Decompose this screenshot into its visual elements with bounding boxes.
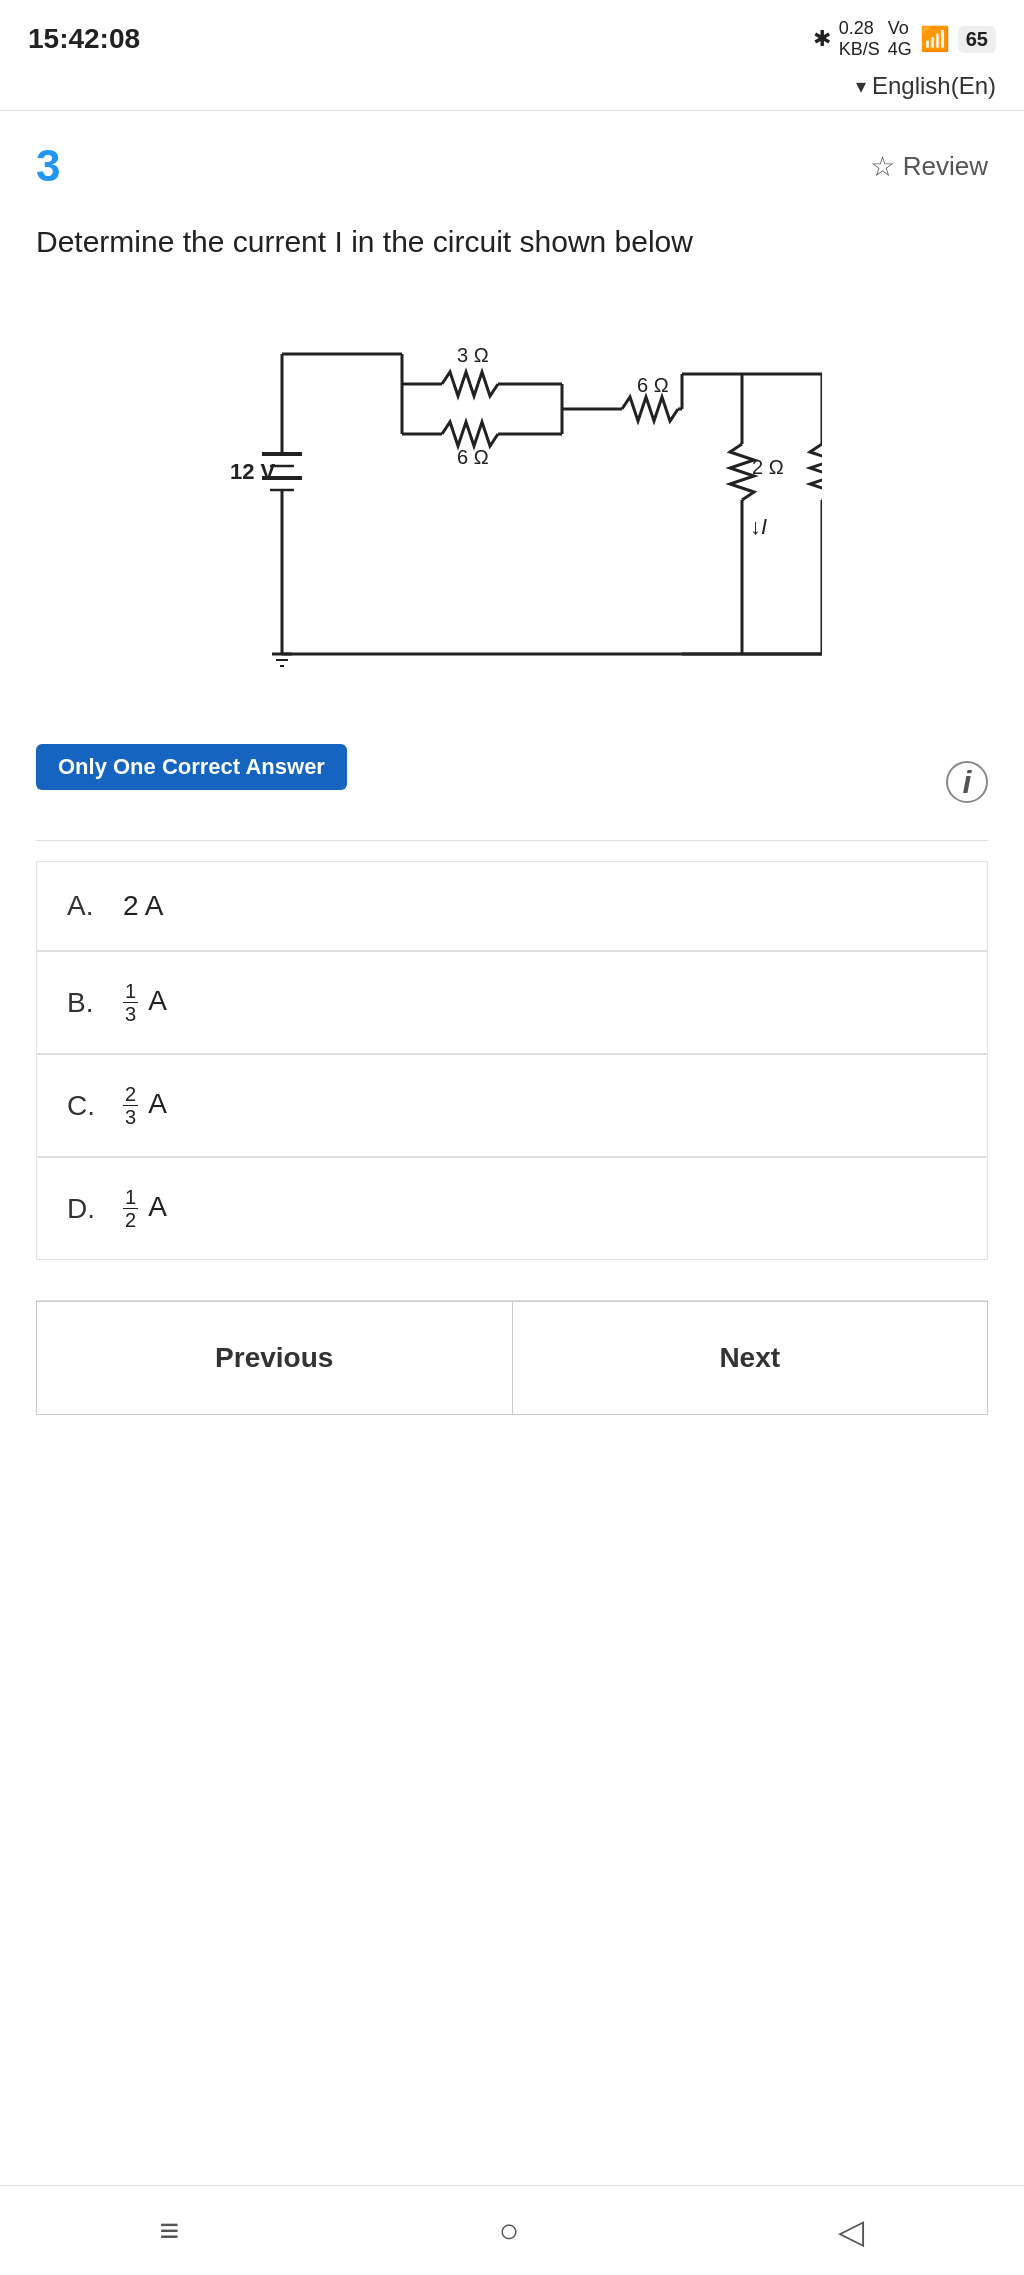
svg-text:6 Ω: 6 Ω bbox=[637, 374, 669, 396]
answer-type-badge: Only One Correct Answer bbox=[36, 744, 347, 790]
network-icon: Vo4G bbox=[888, 18, 912, 60]
option-b-text: 1 3 A bbox=[123, 980, 167, 1025]
review-label: Review bbox=[903, 151, 988, 182]
previous-button[interactable]: Previous bbox=[36, 1301, 512, 1415]
language-selector[interactable]: ▾ English(En) bbox=[856, 72, 996, 100]
circuit-svg: 12 V 3 Ω 6 Ω bbox=[202, 294, 822, 714]
bluetooth-icon: ✱ bbox=[813, 26, 831, 52]
main-content: 3 ☆ Review Determine the current I in th… bbox=[0, 111, 1024, 1415]
star-icon: ☆ bbox=[870, 150, 895, 183]
answer-options: A. 2 A B. 1 3 A C. 2 3 A bbox=[36, 861, 988, 1260]
nav-buttons: Previous Next bbox=[36, 1300, 988, 1415]
data-speed: 0.28KB/S bbox=[839, 18, 880, 60]
status-time: 15:42:08 bbox=[28, 23, 140, 55]
option-b-label: B. bbox=[67, 987, 103, 1019]
svg-text:12 V: 12 V bbox=[230, 459, 276, 484]
home-icon[interactable]: ○ bbox=[499, 2211, 520, 2250]
review-button[interactable]: ☆ Review bbox=[870, 150, 988, 183]
option-d[interactable]: D. 1 2 A bbox=[36, 1157, 988, 1260]
bottom-nav-bar: ≡ ○ ◁ bbox=[0, 2185, 1024, 2275]
svg-text:6 Ω: 6 Ω bbox=[457, 446, 489, 468]
fraction-d: 1 2 bbox=[123, 1186, 138, 1231]
battery-indicator: 65 bbox=[958, 26, 996, 53]
info-row: Only One Correct Answer i bbox=[36, 744, 988, 820]
option-a[interactable]: A. 2 A bbox=[36, 861, 988, 951]
back-icon[interactable]: ◁ bbox=[838, 2211, 864, 2251]
divider bbox=[36, 840, 988, 841]
status-icons: ✱ 0.28KB/S Vo4G 📶 65 bbox=[813, 18, 996, 60]
svg-text:↓I: ↓I bbox=[750, 514, 767, 539]
circuit-diagram: 12 V 3 Ω 6 Ω bbox=[36, 294, 988, 714]
info-icon[interactable]: i bbox=[946, 761, 988, 803]
question-text: Determine the current I in the circuit s… bbox=[36, 219, 988, 264]
fraction-b: 1 3 bbox=[123, 980, 138, 1025]
option-d-text: 1 2 A bbox=[123, 1186, 167, 1231]
fraction-c: 2 3 bbox=[123, 1083, 138, 1128]
question-header: 3 ☆ Review bbox=[36, 141, 988, 191]
option-b[interactable]: B. 1 3 A bbox=[36, 951, 988, 1054]
language-label: English(En) bbox=[872, 72, 996, 100]
status-bar: 15:42:08 ✱ 0.28KB/S Vo4G 📶 65 bbox=[0, 0, 1024, 68]
menu-icon[interactable]: ≡ bbox=[160, 2211, 180, 2250]
question-number: 3 bbox=[36, 141, 60, 191]
answer-badge-label: Only One Correct Answer bbox=[58, 754, 325, 780]
option-c-text: 2 3 A bbox=[123, 1083, 167, 1128]
option-a-label: A. bbox=[67, 890, 103, 922]
option-c-label: C. bbox=[67, 1090, 103, 1122]
next-button[interactable]: Next bbox=[512, 1301, 989, 1415]
option-d-label: D. bbox=[67, 1193, 103, 1225]
option-a-text: 2 A bbox=[123, 890, 163, 922]
language-bar[interactable]: ▾ English(En) bbox=[0, 68, 1024, 111]
svg-text:2 Ω: 2 Ω bbox=[752, 456, 784, 478]
option-c[interactable]: C. 2 3 A bbox=[36, 1054, 988, 1157]
chevron-down-icon: ▾ bbox=[856, 74, 866, 98]
svg-text:3 Ω: 3 Ω bbox=[457, 344, 489, 366]
signal-icon: 📶 bbox=[920, 25, 950, 53]
